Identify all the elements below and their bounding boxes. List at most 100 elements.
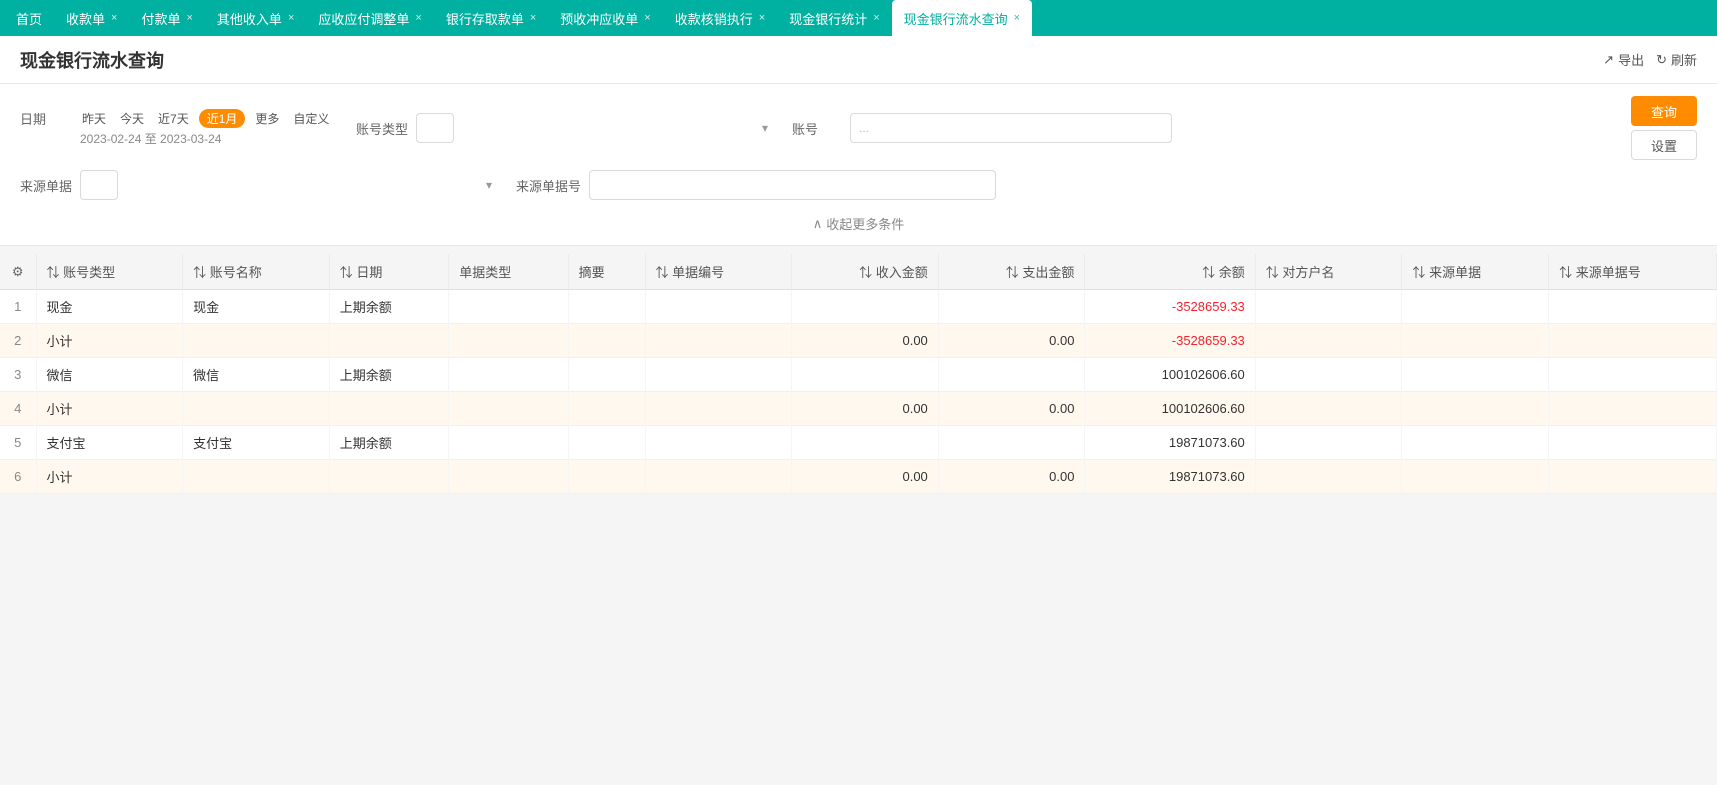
- col-source-doc[interactable]: ⇅ 来源单据: [1402, 254, 1549, 290]
- cell-counterpart: [1255, 358, 1402, 392]
- nav-tab-label: 其他收入单: [217, 9, 282, 28]
- refresh-icon: ↻: [1656, 52, 1667, 68]
- cell-source-doc: [1402, 324, 1549, 358]
- nav-tab-tongji[interactable]: 现金银行统计 ×: [777, 0, 891, 36]
- cell-counterpart: [1255, 426, 1402, 460]
- nav-tab-yushou[interactable]: 预收冲应收单 ×: [548, 0, 662, 36]
- close-icon[interactable]: ×: [644, 12, 650, 24]
- query-button[interactable]: 查询: [1631, 96, 1697, 126]
- col-income[interactable]: ⇅ 收入金额: [792, 254, 939, 290]
- top-navigation: 首页 收款单 × 付款单 × 其他收入单 × 应收应付调整单 × 银行存取款单 …: [0, 0, 1717, 36]
- row-number: 2: [0, 324, 36, 358]
- cell-expense: 0.00: [938, 392, 1085, 426]
- source-doc-select-wrapper: [80, 170, 500, 200]
- cell-account-name: 支付宝: [183, 426, 330, 460]
- close-icon[interactable]: ×: [415, 12, 421, 24]
- col-account-type[interactable]: ⇅ 账号类型: [36, 254, 183, 290]
- nav-tab-label: 收款单: [66, 9, 105, 28]
- action-buttons: 查询 设置: [1631, 96, 1697, 160]
- cell-doc-no: [645, 290, 792, 324]
- collapse-bar[interactable]: ∧ 收起更多条件: [20, 210, 1697, 237]
- col-date[interactable]: ⇅ 日期: [329, 254, 448, 290]
- row-number: 3: [0, 358, 36, 392]
- col-source-no[interactable]: ⇅ 来源单据号: [1549, 254, 1717, 290]
- account-dots: ...: [859, 121, 869, 135]
- nav-tab-label: 收款核销执行: [675, 9, 753, 28]
- account-input-wrapper[interactable]: ...: [850, 113, 1172, 143]
- row-number: 6: [0, 460, 36, 494]
- col-doc-no[interactable]: ⇅ 单据编号: [645, 254, 792, 290]
- cell-income: 0.00: [792, 392, 939, 426]
- nav-tab-tiaozheng[interactable]: 应收应付调整单 ×: [306, 0, 433, 36]
- cell-account-type: 小计: [36, 324, 183, 358]
- cell-abstract: [568, 426, 645, 460]
- table-row[interactable]: 4 小计 0.00 0.00 100102606.60: [0, 392, 1717, 426]
- cell-source-doc: [1402, 460, 1549, 494]
- source-doc-select[interactable]: [80, 170, 118, 200]
- close-icon[interactable]: ×: [186, 12, 192, 24]
- settings-button[interactable]: 设置: [1631, 130, 1697, 160]
- nav-tab-hexiao[interactable]: 收款核销执行 ×: [663, 0, 777, 36]
- col-balance[interactable]: ⇅ 余额: [1085, 254, 1255, 290]
- column-settings-icon[interactable]: ⚙: [12, 264, 24, 279]
- date-filter: 日期 昨天 今天 近7天 近1月 更多 自定义 2023-02-24 至 202…: [20, 109, 340, 147]
- export-label: 导出: [1618, 50, 1644, 69]
- account-type-select[interactable]: [416, 113, 454, 143]
- nav-tab-cunqu[interactable]: 银行存取款单 ×: [434, 0, 548, 36]
- source-doc-no-input[interactable]: [589, 170, 996, 200]
- close-icon[interactable]: ×: [288, 12, 294, 24]
- nav-tab-shoukuan[interactable]: 收款单 ×: [54, 0, 129, 36]
- cell-expense: [938, 426, 1085, 460]
- cell-account-name: [183, 460, 330, 494]
- nav-tab-qita[interactable]: 其他收入单 ×: [205, 0, 306, 36]
- cell-income: [792, 426, 939, 460]
- col-abstract: 摘要: [568, 254, 645, 290]
- col-doc-type: 单据类型: [449, 254, 568, 290]
- cell-counterpart: [1255, 460, 1402, 494]
- close-icon[interactable]: ×: [873, 12, 879, 24]
- nav-tab-liushui[interactable]: 现金银行流水查询 ×: [892, 0, 1032, 36]
- close-icon[interactable]: ×: [530, 12, 536, 24]
- cell-doc-no: [645, 392, 792, 426]
- nav-tab-label: 预收冲应收单: [560, 9, 638, 28]
- shortcut-1month[interactable]: 近1月: [199, 109, 246, 128]
- table-row[interactable]: 6 小计 0.00 0.00 19871073.60: [0, 460, 1717, 494]
- settings-column-header[interactable]: ⚙: [0, 254, 36, 290]
- cell-doc-no: [645, 324, 792, 358]
- export-button[interactable]: ↗ 导出: [1603, 50, 1644, 69]
- col-counterpart[interactable]: ⇅ 对方户名: [1255, 254, 1402, 290]
- table-row[interactable]: 1 现金 现金 上期余额 -3528659.33: [0, 290, 1717, 324]
- account-type-label: 账号类型: [356, 119, 408, 138]
- table-row[interactable]: 5 支付宝 支付宝 上期余额 19871073.60: [0, 426, 1717, 460]
- shortcut-7days[interactable]: 近7天: [154, 109, 193, 128]
- date-shortcuts: 昨天 今天 近7天 近1月 更多 自定义: [78, 109, 333, 128]
- cell-income: 0.00: [792, 324, 939, 358]
- col-expense[interactable]: ⇅ 支出金额: [938, 254, 1085, 290]
- date-range-text: 2023-02-24 至 2023-03-24: [80, 130, 333, 147]
- shortcut-today[interactable]: 今天: [116, 109, 148, 128]
- table-row[interactable]: 3 微信 微信 上期余额 100102606.60: [0, 358, 1717, 392]
- nav-tab-home[interactable]: 首页: [4, 0, 54, 36]
- cell-abstract: [568, 324, 645, 358]
- cell-income: [792, 358, 939, 392]
- nav-tab-home-label: 首页: [16, 9, 42, 28]
- header-actions: ↗ 导出 ↻ 刷新: [1603, 50, 1697, 69]
- cell-date: [329, 460, 448, 494]
- shortcut-custom[interactable]: 自定义: [289, 109, 333, 128]
- nav-tab-fukuan[interactable]: 付款单 ×: [129, 0, 204, 36]
- page-title: 现金银行流水查询: [20, 47, 164, 73]
- table-container: ⚙ ⇅ 账号类型 ⇅ 账号名称 ⇅ 日期 单据类型 摘要: [0, 254, 1717, 494]
- shortcut-yesterday[interactable]: 昨天: [78, 109, 110, 128]
- close-icon[interactable]: ×: [1014, 12, 1020, 24]
- nav-tab-label: 应收应付调整单: [318, 9, 409, 28]
- close-icon[interactable]: ×: [759, 12, 765, 24]
- col-account-name[interactable]: ⇅ 账号名称: [183, 254, 330, 290]
- shortcut-more[interactable]: 更多: [251, 109, 283, 128]
- filter-row-1: 日期 昨天 今天 近7天 近1月 更多 自定义 2023-02-24 至 202…: [20, 96, 1697, 160]
- refresh-button[interactable]: ↻ 刷新: [1656, 50, 1697, 69]
- cell-doc-type: [449, 324, 568, 358]
- cell-doc-type: [449, 460, 568, 494]
- close-icon[interactable]: ×: [111, 12, 117, 24]
- table-row[interactable]: 2 小计 0.00 0.00 -3528659.33: [0, 324, 1717, 358]
- cell-balance: 100102606.60: [1085, 392, 1255, 426]
